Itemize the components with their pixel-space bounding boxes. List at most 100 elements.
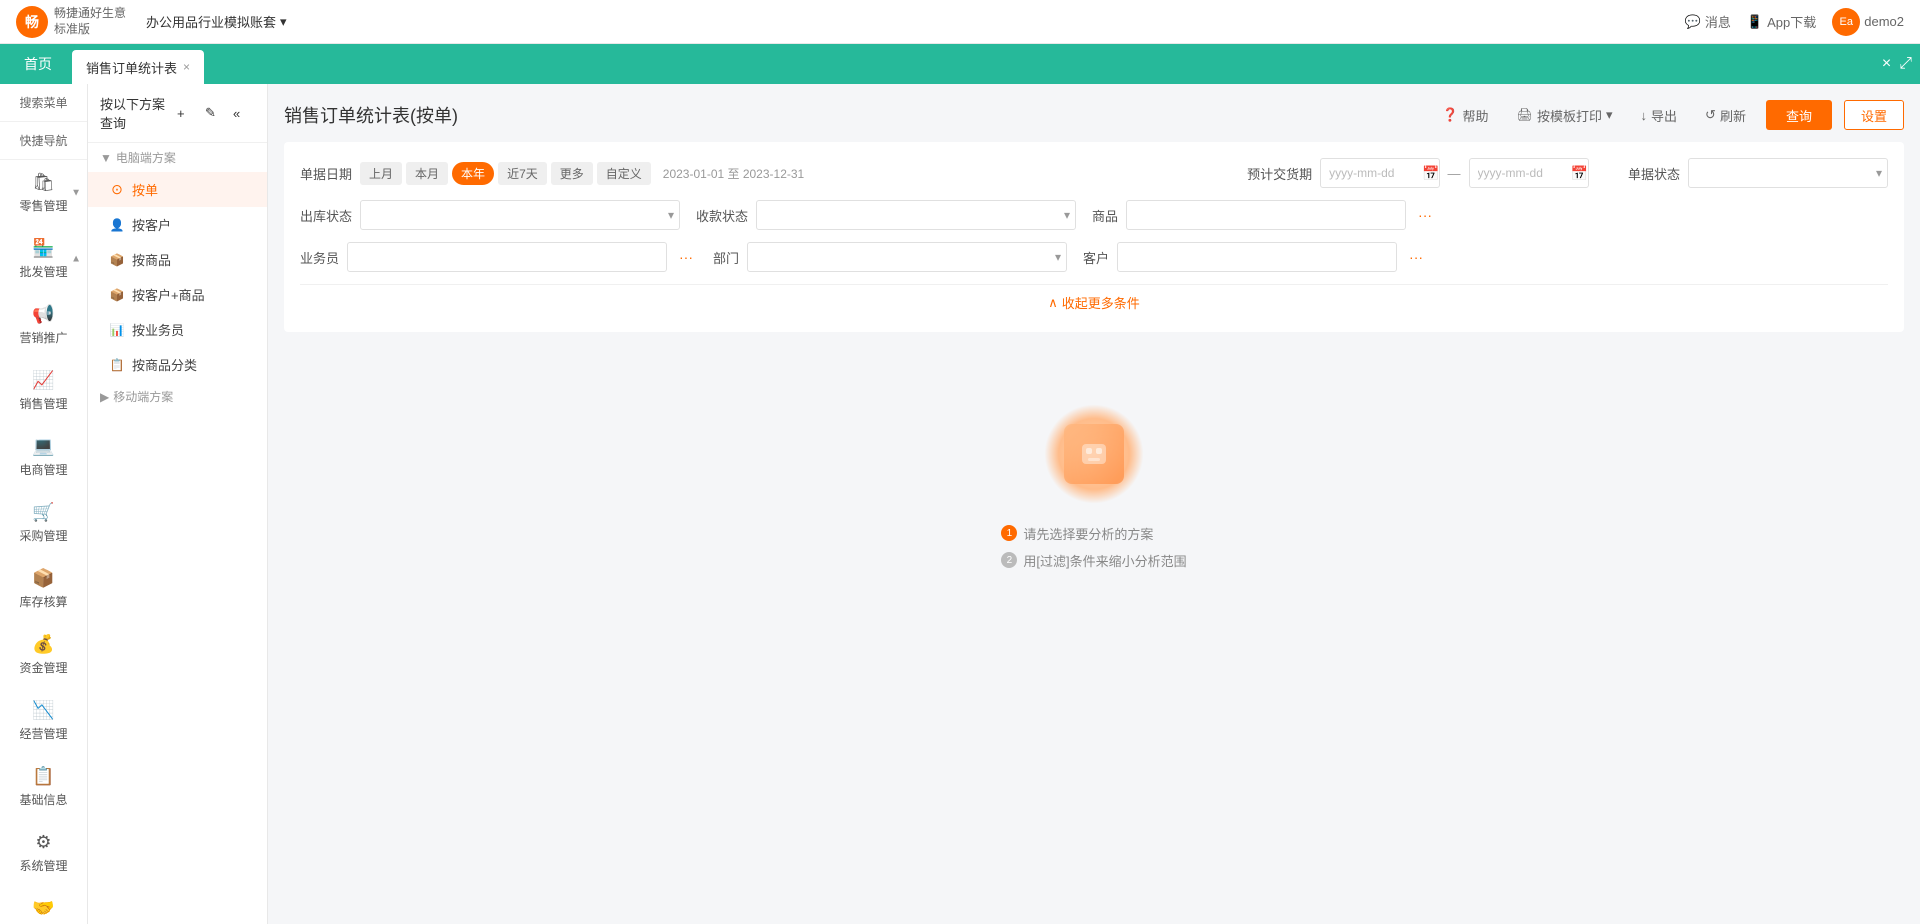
- export-button[interactable]: ↓ 导出: [1633, 102, 1686, 129]
- customer-input[interactable]: [1117, 242, 1397, 272]
- tree-item-by-order[interactable]: ⊙ 按单: [88, 172, 267, 207]
- department-select[interactable]: [747, 242, 1067, 272]
- logo-area: 畅 畅捷通好生意 标准版: [16, 6, 126, 38]
- mobile-section-label: 移动端方案: [113, 388, 173, 405]
- search-menu-item[interactable]: 搜索菜单: [0, 84, 87, 122]
- tab-home[interactable]: 首页: [8, 44, 68, 84]
- logo-icon: 畅: [16, 6, 48, 38]
- page-title: 销售订单统计表(按单): [284, 102, 458, 128]
- left-panel-header: 按以下方案查询 + ✎ «: [88, 84, 267, 143]
- app-download-button[interactable]: 📱 App下载: [1747, 12, 1816, 31]
- sidebar-item-finance[interactable]: 💰 资金管理: [0, 622, 87, 688]
- by-category-label: 按商品分类: [132, 355, 255, 374]
- tab-minimize-button[interactable]: ×: [1882, 55, 1891, 73]
- message-icon: 💬: [1685, 14, 1701, 30]
- sidebar-item-operation[interactable]: 📉 经营管理: [0, 688, 87, 754]
- ecommerce-label: 电商管理: [19, 461, 67, 478]
- purchase-label: 采购管理: [19, 527, 67, 544]
- date-btn-more[interactable]: 更多: [551, 162, 593, 185]
- date-filter-item: 单据日期 上月 本月 本年 近7天 更多 自定义 2023-01-01 至 20…: [300, 162, 804, 185]
- tab-close-icon[interactable]: ×: [183, 60, 190, 74]
- finance-icon: 💰: [32, 634, 54, 655]
- sidebar-item-purchase[interactable]: 🛒 采购管理: [0, 490, 87, 556]
- department-filter-item: 部门 ▾: [713, 242, 1067, 272]
- marketing-icon: 📢: [32, 304, 54, 325]
- sidebar-item-wholesale[interactable]: 🏪 批发管理 ▲: [0, 226, 87, 292]
- status-select[interactable]: [1688, 158, 1888, 188]
- receipt-status-label: 收款状态: [696, 206, 748, 225]
- cal-start-icon[interactable]: 📅: [1422, 165, 1439, 182]
- message-button[interactable]: 💬 消息: [1685, 12, 1731, 31]
- top-bar: 畅 畅捷通好生意 标准版 办公用品行业模拟账套 ▾ 💬 消息 📱 App下载 E…: [0, 0, 1920, 44]
- hint-num-1: 1: [1001, 525, 1017, 541]
- collapse-label: 收起更多条件: [1062, 293, 1140, 312]
- sidebar: 搜索菜单 快捷导航 🛍 零售管理 ▼ 🏪 批发管理 ▲ 📢 营销推广 📈 销售管…: [0, 84, 88, 924]
- search-button[interactable]: 查询: [1766, 100, 1832, 130]
- by-customer-icon: 👤: [108, 218, 126, 232]
- tree-item-by-customer[interactable]: 👤 按客户: [88, 207, 267, 242]
- by-category-icon: 📋: [108, 358, 126, 372]
- sidebar-item-marketing[interactable]: 📢 营销推广: [0, 292, 87, 358]
- tree-item-by-staff[interactable]: 📊 按业务员: [88, 312, 267, 347]
- quick-nav-item[interactable]: 快捷导航: [0, 122, 87, 160]
- content-area: 销售订单统计表(按单) ❓ 帮助 🖨 按模板打印 ▾ ↓ 导出 ↺ 刷新: [268, 84, 1920, 924]
- by-order-label: 按单: [132, 180, 255, 199]
- refresh-icon: ↺: [1705, 107, 1716, 123]
- system-icon: ⚙: [35, 832, 51, 853]
- add-scheme-button[interactable]: +: [177, 102, 199, 124]
- sidebar-item-ecommerce[interactable]: 💻 电商管理: [0, 424, 87, 490]
- top-bar-left: 畅 畅捷通好生意 标准版 办公用品行业模拟账套 ▾: [16, 6, 287, 38]
- refresh-button[interactable]: ↺ 刷新: [1697, 102, 1754, 129]
- sidebar-item-basic[interactable]: 📋 基础信息: [0, 754, 87, 820]
- product-label: 商品: [1092, 206, 1118, 225]
- wholesale-label: 批发管理: [19, 263, 67, 280]
- product-dots-button[interactable]: ···: [1414, 207, 1436, 223]
- date-btn-custom[interactable]: 自定义: [597, 162, 651, 185]
- product-input[interactable]: [1126, 200, 1406, 230]
- hint-num-2: 2: [1001, 552, 1017, 568]
- customer-dots-button[interactable]: ···: [1405, 249, 1427, 265]
- basic-label: 基础信息: [19, 791, 67, 808]
- tree-item-by-category[interactable]: 📋 按商品分类: [88, 347, 267, 382]
- reset-button[interactable]: 设置: [1844, 100, 1904, 130]
- sidebar-item-system[interactable]: ⚙ 系统管理: [0, 820, 87, 886]
- receipt-status-select[interactable]: [756, 200, 1076, 230]
- sidebar-item-enterprise[interactable]: 🤝 企业协同: [0, 886, 87, 924]
- sidebar-item-sales[interactable]: 📈 销售管理: [0, 358, 87, 424]
- date-btn-this-year[interactable]: 本年: [452, 162, 494, 185]
- collapse-row[interactable]: ∧ 收起更多条件: [300, 284, 1888, 316]
- tree-item-by-cust-prod[interactable]: 📦 按客户+商品: [88, 277, 267, 312]
- help-button[interactable]: ❓ 帮助: [1434, 102, 1496, 129]
- receipt-status-select-wrapper: ▾: [756, 200, 1076, 230]
- cal-end-icon[interactable]: 📅: [1571, 165, 1588, 182]
- workspace-title[interactable]: 办公用品行业模拟账套 ▾: [146, 12, 287, 31]
- date-btn-7days[interactable]: 近7天: [498, 162, 547, 185]
- tree-item-by-product[interactable]: 📦 按商品: [88, 242, 267, 277]
- workspace-arrow-icon: ▾: [280, 14, 287, 30]
- by-staff-icon: 📊: [108, 323, 126, 337]
- date-btn-this-month[interactable]: 本月: [406, 162, 448, 185]
- mobile-section[interactable]: ▶ 移动端方案: [88, 382, 267, 411]
- salesman-dots-button[interactable]: ···: [675, 249, 697, 265]
- delivery-status-select[interactable]: [360, 200, 680, 230]
- sales-icon: 📈: [32, 370, 54, 391]
- print-arrow-icon: ▾: [1606, 107, 1613, 123]
- filter-card: 单据日期 上月 本月 本年 近7天 更多 自定义 2023-01-01 至 20…: [284, 142, 1904, 332]
- product-filter-item: 商品 ···: [1092, 200, 1436, 230]
- desktop-section[interactable]: ▼ 电脑端方案: [88, 143, 267, 172]
- avatar: Ea: [1832, 8, 1860, 36]
- print-button[interactable]: 🖨 按模板打印 ▾: [1508, 102, 1620, 129]
- edit-scheme-button[interactable]: ✎: [205, 102, 227, 124]
- empty-hint-2: 2 用[过滤]条件来缩小分析范围: [1001, 551, 1186, 570]
- user-menu-button[interactable]: Ea demo2: [1832, 8, 1904, 36]
- sidebar-item-retail[interactable]: 🛍 零售管理 ▼: [0, 160, 87, 226]
- salesman-input[interactable]: [347, 242, 667, 272]
- tab-sales-stat[interactable]: 销售订单统计表 ×: [72, 50, 204, 84]
- sidebar-item-inventory[interactable]: 📦 库存核算: [0, 556, 87, 622]
- mobile-section-arrow-icon: ▶: [100, 390, 109, 404]
- marketing-label: 营销推广: [19, 329, 67, 346]
- collapse-panel-button[interactable]: «: [233, 102, 255, 124]
- tab-maximize-button[interactable]: ⤢: [1899, 55, 1912, 73]
- status-filter-item: 单据状态 ▾: [1628, 158, 1888, 188]
- date-btn-last-month[interactable]: 上月: [360, 162, 402, 185]
